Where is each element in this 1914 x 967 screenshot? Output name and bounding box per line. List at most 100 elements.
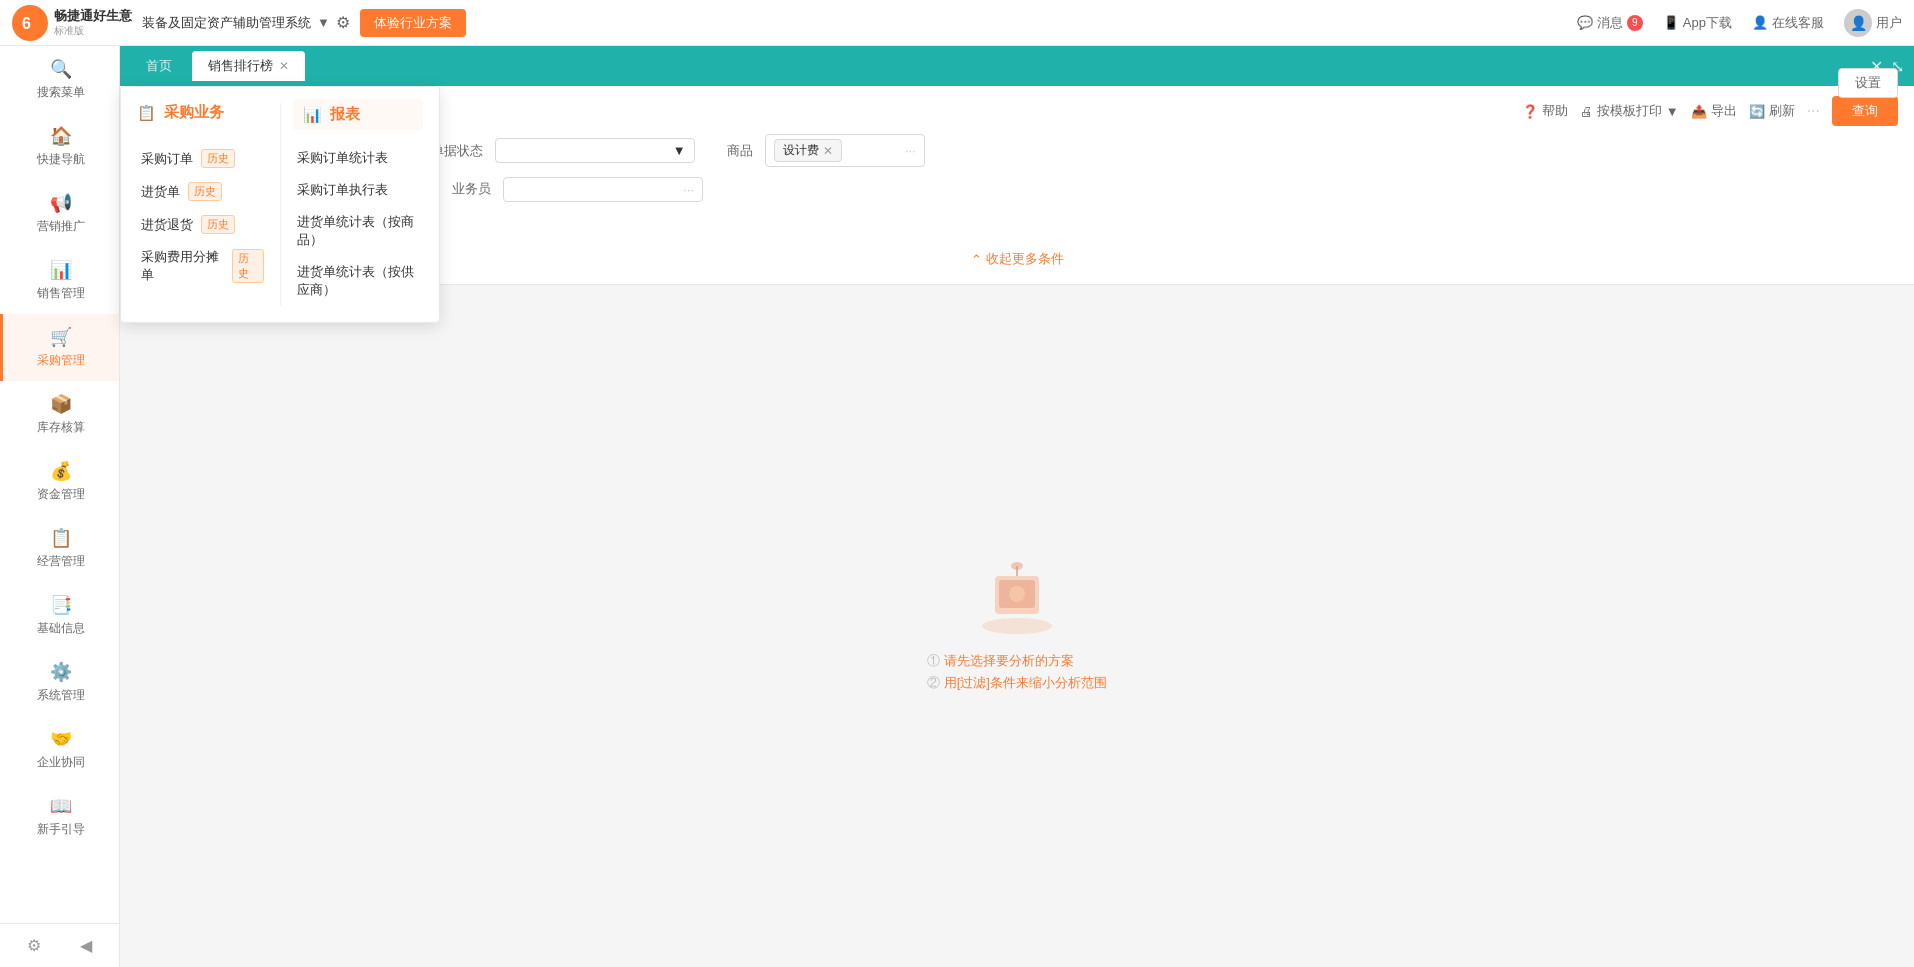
sidebar-item-system[interactable]: ⚙️ 系统管理: [0, 649, 119, 716]
industry-btn[interactable]: 体验行业方案: [360, 9, 466, 37]
dropdown-arrow-icon[interactable]: ▼: [317, 15, 330, 30]
print-dropdown-icon: ▼: [1666, 104, 1679, 119]
purchase-col-icon: 📋: [137, 104, 156, 122]
empty-state: ① 请先选择要分析的方案 ② 用[过滤]条件来缩小分析范围: [120, 285, 1914, 967]
doc-status-select[interactable]: ▼: [495, 138, 695, 163]
incoming-stats-goods-item[interactable]: 进货单统计表（按商品）: [293, 206, 424, 256]
system-title: 装备及固定资产辅助管理系统 ▼ ⚙: [142, 13, 350, 32]
goods-dropdown-dots: ···: [905, 143, 916, 158]
goods-tag-close[interactable]: ✕: [823, 144, 833, 158]
headset-icon: 👤: [1752, 15, 1768, 30]
sidebar-item-search[interactable]: 🔍 搜索菜单: [0, 46, 119, 113]
refresh-btn[interactable]: 🔄 刷新: [1749, 102, 1795, 120]
messages-btn[interactable]: 💬 消息 9: [1577, 14, 1643, 32]
logo-text: 畅捷通好生意 标准版: [54, 8, 132, 38]
svg-text:6: 6: [22, 15, 31, 32]
tab-sales-rank[interactable]: 销售排行榜 ✕: [192, 51, 305, 81]
incoming-stats-supplier-item[interactable]: 进货单统计表（按供应商）: [293, 256, 424, 306]
expense-split-item[interactable]: 采购费用分摊单 历史: [137, 241, 268, 291]
purchase-col: 📋 采购业务 采购订单 历史 进货单 历史 进货退货 历史 采购费用分摊单 历史: [137, 103, 268, 306]
home-icon: 🏠: [50, 125, 72, 147]
salesperson-dots: ···: [683, 182, 694, 197]
report-col-header: 📊 报表: [293, 99, 424, 130]
export-btn[interactable]: 📤 导出: [1691, 102, 1737, 120]
cooperation-icon: 🤝: [50, 728, 72, 750]
sidebar-item-guide[interactable]: 📖 新手引导: [0, 783, 119, 850]
toolbar-right: ❓ 帮助 🖨 按模板打印 ▼ 📤 导出 🔄 刷新: [1522, 102, 1820, 120]
top-header: 6 畅捷通好生意 标准版 装备及固定资产辅助管理系统 ▼ ⚙ 体验行业方案 💬 …: [0, 0, 1914, 46]
message-icon: 💬: [1577, 15, 1593, 30]
phone-icon: 📱: [1663, 15, 1679, 30]
svg-point-4: [1009, 586, 1025, 602]
dropdown-divider: [280, 103, 281, 306]
doc-status-dropdown-icon: ▼: [673, 143, 686, 158]
purchase-icon: 🛒: [50, 326, 72, 348]
online-service-btn[interactable]: 👤 在线客服: [1752, 14, 1824, 32]
marketing-icon: 📢: [50, 192, 72, 214]
settings-icon[interactable]: ⚙: [336, 13, 350, 32]
tab-home[interactable]: 首页: [130, 51, 188, 81]
report-col: 📊 报表 采购订单统计表 采购订单执行表 进货单统计表（按商品） 进货单统计表（…: [293, 103, 424, 306]
settings-btn[interactable]: 设置: [1838, 68, 1898, 98]
logo-icon: 6: [12, 5, 48, 41]
sidebar: 🔍 搜索菜单 🏠 快捷导航 📢 营销推广 📊 销售管理 🛒 采购管理 📦 库存核…: [0, 46, 120, 967]
purchase-order-stats-item[interactable]: 采购订单统计表: [293, 142, 424, 174]
svg-point-6: [1011, 562, 1023, 570]
sidebar-item-finance[interactable]: 💰 资金管理: [0, 448, 119, 515]
print-icon: 🖨: [1580, 104, 1593, 119]
collapse-arrow-icon: ⌃: [971, 252, 982, 267]
purchase-order-exec-item[interactable]: 采购订单执行表: [293, 174, 424, 206]
operations-icon: 📋: [50, 527, 72, 549]
salesperson-label: 业务员: [452, 180, 491, 198]
refresh-icon: 🔄: [1749, 104, 1765, 119]
empty-icon: [967, 556, 1067, 636]
purchase-col-header: 📋 采购业务: [137, 103, 268, 130]
goods-label: 商品: [727, 142, 753, 160]
basic-info-icon: 📑: [50, 594, 72, 616]
dropdown-cols: 📋 采购业务 采购订单 历史 进货单 历史 进货退货 历史 采购费用分摊单 历史: [137, 103, 423, 306]
report-col-icon: 📊: [303, 106, 322, 124]
sidebar-item-marketing[interactable]: 📢 营销推广: [0, 180, 119, 247]
guide-icon: 📖: [50, 795, 72, 817]
message-badge: 9: [1627, 15, 1643, 31]
sidebar-item-sales[interactable]: 📊 销售管理: [0, 247, 119, 314]
logo-area: 6 畅捷通好生意 标准版: [12, 5, 132, 41]
help-icon: ❓: [1522, 104, 1538, 119]
avatar: 👤: [1844, 9, 1872, 37]
sidebar-item-basic-info[interactable]: 📑 基础信息: [0, 582, 119, 649]
sidebar-item-operations[interactable]: 📋 经营管理: [0, 515, 119, 582]
goods-tag: 设计费 ✕: [774, 139, 842, 162]
help-btn[interactable]: ❓ 帮助: [1522, 102, 1568, 120]
svg-point-1: [982, 618, 1052, 634]
search-icon: 🔍: [50, 58, 72, 80]
tab-close-icon[interactable]: ✕: [279, 59, 289, 73]
tab-bar: 首页 销售排行榜 ✕ ✕ ⤡: [120, 46, 1914, 86]
system-icon: ⚙️: [50, 661, 72, 683]
hist-badge-2: 历史: [201, 215, 235, 234]
sidebar-collapse-icon[interactable]: ◀: [80, 936, 92, 955]
sidebar-settings-icon[interactable]: ⚙: [27, 936, 41, 955]
inventory-icon: 📦: [50, 393, 72, 415]
template-print-btn[interactable]: 🖨 按模板打印 ▼: [1580, 102, 1679, 120]
sidebar-item-purchase[interactable]: 🛒 采购管理: [0, 314, 119, 381]
purchase-order-item[interactable]: 采购订单 历史: [137, 142, 268, 175]
sales-icon: 📊: [50, 259, 72, 281]
salesperson-select[interactable]: ···: [503, 177, 703, 202]
sidebar-item-inventory[interactable]: 📦 库存核算: [0, 381, 119, 448]
query-btn[interactable]: 查询: [1832, 96, 1898, 126]
empty-tips: ① 请先选择要分析的方案 ② 用[过滤]条件来缩小分析范围: [927, 648, 1107, 696]
sidebar-item-quick-nav[interactable]: 🏠 快捷导航: [0, 113, 119, 180]
hist-badge-1: 历史: [188, 182, 222, 201]
finance-icon: 💰: [50, 460, 72, 482]
goods-select[interactable]: 设计费 ✕ ···: [765, 134, 925, 167]
sidebar-bottom: ⚙ ◀: [0, 923, 119, 967]
sidebar-item-cooperation[interactable]: 🤝 企业协同: [0, 716, 119, 783]
user-btn[interactable]: 👤 用户: [1844, 9, 1902, 37]
hist-badge-0: 历史: [201, 149, 235, 168]
header-right: 💬 消息 9 📱 App下载 👤 在线客服 👤 用户: [1577, 9, 1902, 37]
toolbar-dots: ···: [1807, 102, 1820, 120]
app-download-btn[interactable]: 📱 App下载: [1663, 14, 1732, 32]
export-icon: 📤: [1691, 104, 1707, 119]
return-goods-item[interactable]: 进货退货 历史: [137, 208, 268, 241]
incoming-order-item[interactable]: 进货单 历史: [137, 175, 268, 208]
